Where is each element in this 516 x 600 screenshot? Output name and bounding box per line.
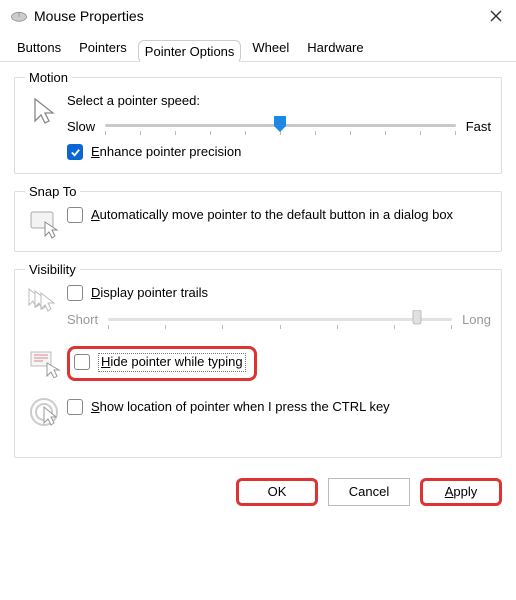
dialog-buttons: OK Cancel Apply	[0, 468, 516, 516]
group-snap-to: Snap To Automatically move pointer to th…	[14, 184, 502, 252]
tab-pointer-options[interactable]: Pointer Options	[138, 40, 242, 63]
mouse-icon	[10, 9, 28, 23]
tab-pane: Motion Select a pointer speed: Slow	[0, 62, 516, 458]
pointer-speed-slider[interactable]	[105, 114, 456, 138]
hide-pointer-checkbox[interactable]	[74, 354, 90, 370]
window-title: Mouse Properties	[34, 8, 486, 24]
hide-pointer-highlight: Hide pointer while typing	[67, 346, 257, 381]
trails-long-label: Long	[462, 312, 491, 327]
tab-wheel[interactable]: Wheel	[243, 34, 298, 61]
group-visibility-legend: Visibility	[25, 262, 80, 277]
hide-pointer-icon	[25, 346, 67, 378]
pointer-trails-icon	[25, 285, 67, 317]
show-location-label[interactable]: Show location of pointer when I press th…	[91, 399, 390, 416]
close-icon[interactable]	[486, 6, 506, 26]
group-visibility: Visibility Display pointer trails Sh	[14, 262, 502, 458]
tab-strip: Buttons Pointers Pointer Options Wheel H…	[0, 30, 516, 62]
slow-label: Slow	[67, 119, 95, 134]
tab-hardware[interactable]: Hardware	[298, 34, 372, 61]
tab-buttons[interactable]: Buttons	[8, 34, 70, 61]
slider-thumb-icon[interactable]	[272, 116, 288, 132]
show-location-checkbox[interactable]	[67, 399, 83, 415]
tab-pointers[interactable]: Pointers	[70, 34, 136, 61]
enhance-precision-label[interactable]: Enhance pointer precision	[91, 144, 241, 161]
titlebar: Mouse Properties	[0, 0, 516, 30]
trails-short-label: Short	[67, 312, 98, 327]
group-motion: Motion Select a pointer speed: Slow	[14, 70, 502, 174]
group-motion-legend: Motion	[25, 70, 72, 85]
pointer-trails-slider	[108, 308, 452, 332]
snap-to-icon	[25, 207, 67, 239]
pointer-arrow-icon	[25, 93, 67, 129]
pointer-trails-label[interactable]: Display pointer trails	[91, 285, 208, 302]
show-location-icon	[25, 395, 67, 431]
pointer-trails-checkbox[interactable]	[67, 285, 83, 301]
enhance-precision-checkbox[interactable]	[67, 144, 83, 160]
group-snap-to-legend: Snap To	[25, 184, 80, 199]
snap-to-checkbox[interactable]	[67, 207, 83, 223]
snap-to-label[interactable]: Automatically move pointer to the defaul…	[91, 207, 453, 224]
pointer-speed-label: Select a pointer speed:	[67, 93, 491, 108]
cancel-button[interactable]: Cancel	[328, 478, 410, 506]
ok-button[interactable]: OK	[236, 478, 318, 506]
apply-button[interactable]: Apply	[420, 478, 502, 506]
hide-pointer-label[interactable]: Hide pointer while typing	[98, 353, 246, 372]
fast-label: Fast	[466, 119, 491, 134]
slider-thumb-icon	[410, 310, 426, 326]
